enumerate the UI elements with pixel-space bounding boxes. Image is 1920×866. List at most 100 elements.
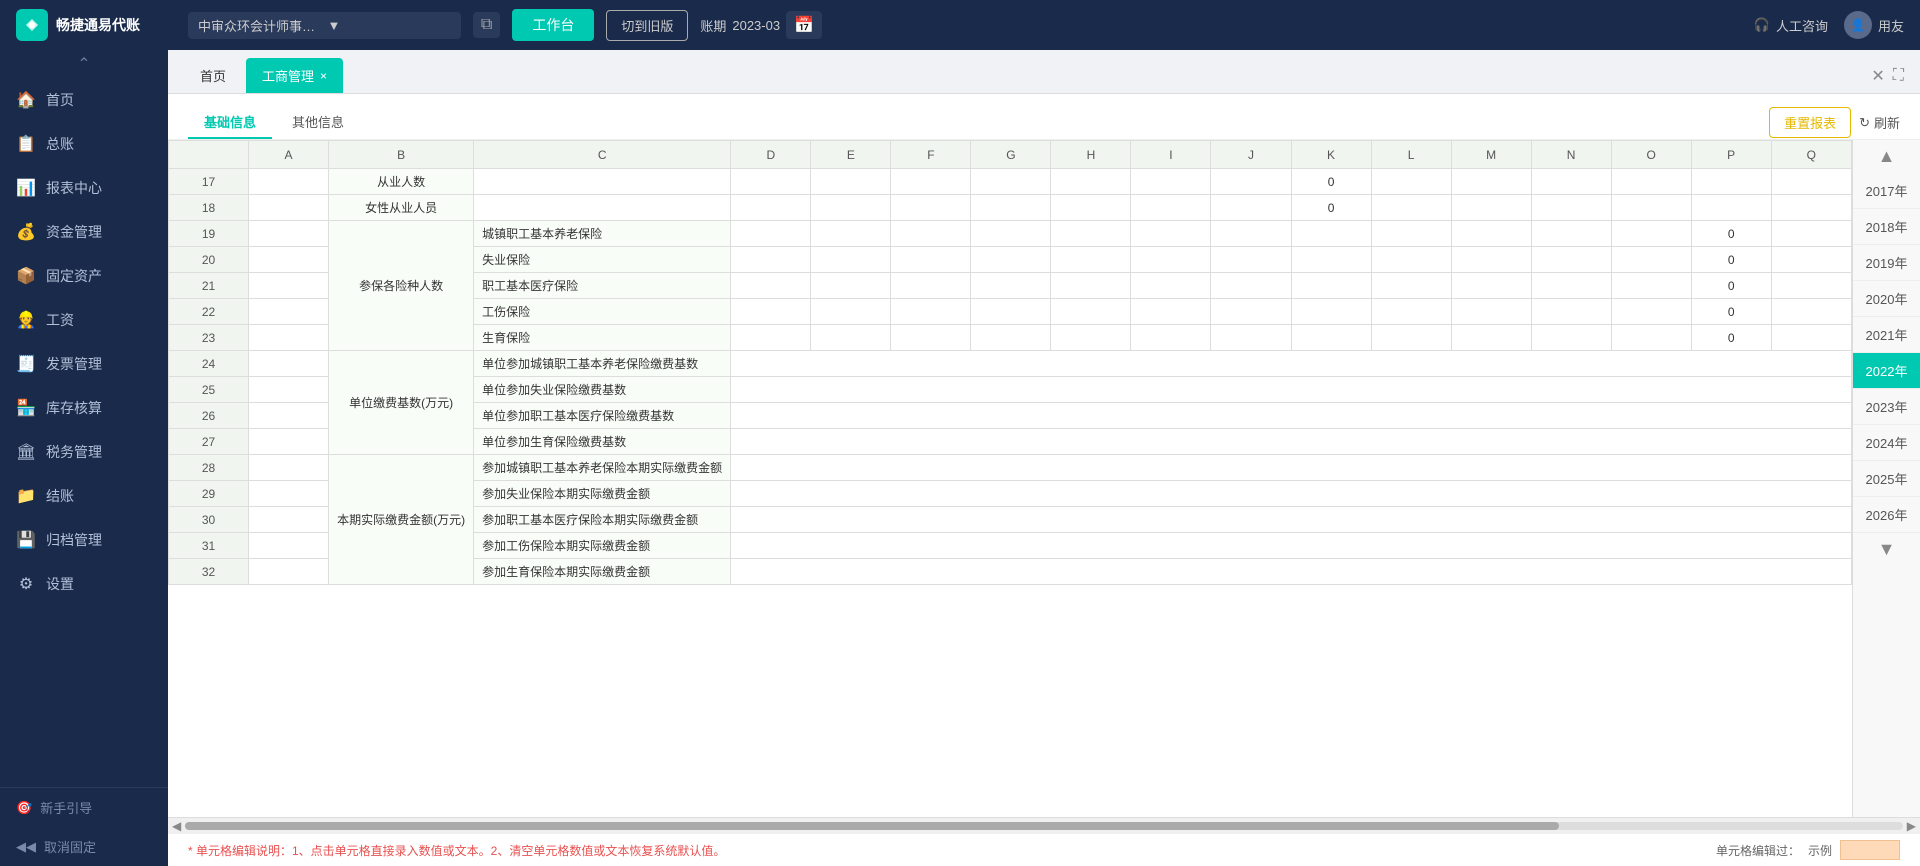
sidebar-item-closing[interactable]: 📁 结账 bbox=[0, 474, 168, 518]
calendar-icon[interactable]: 📅 bbox=[786, 11, 822, 39]
cell-q20[interactable] bbox=[1771, 247, 1851, 273]
cell-m21[interactable] bbox=[1451, 273, 1531, 299]
sidebar-item-guide[interactable]: 🎯 新手引导 bbox=[0, 788, 168, 827]
cell-p20[interactable]: 0 bbox=[1691, 247, 1771, 273]
cell-i23[interactable] bbox=[1131, 325, 1211, 351]
cell-q19[interactable] bbox=[1771, 221, 1851, 247]
cell-q17[interactable] bbox=[1771, 169, 1851, 195]
cell-l17[interactable] bbox=[1371, 169, 1451, 195]
cell-a22[interactable] bbox=[249, 299, 329, 325]
cell-a25[interactable] bbox=[249, 377, 329, 403]
maximize-window-button[interactable]: ⛶ bbox=[1893, 66, 1904, 86]
cell-d20[interactable] bbox=[731, 247, 811, 273]
cell-a19[interactable] bbox=[249, 221, 329, 247]
scrollbar-thumb[interactable] bbox=[185, 822, 1559, 830]
cell-k22[interactable] bbox=[1291, 299, 1371, 325]
cell-h23[interactable] bbox=[1051, 325, 1131, 351]
cell-o18[interactable] bbox=[1611, 195, 1691, 221]
cell-g23[interactable] bbox=[971, 325, 1051, 351]
cell-c23[interactable]: 生育保险 bbox=[474, 325, 731, 351]
scroll-left-button[interactable]: ◀ bbox=[172, 819, 181, 833]
cell-a24[interactable] bbox=[249, 351, 329, 377]
tab-home[interactable]: 首页 bbox=[184, 58, 242, 93]
cell-n23[interactable] bbox=[1531, 325, 1611, 351]
cell-h21[interactable] bbox=[1051, 273, 1131, 299]
cell-a28[interactable] bbox=[249, 455, 329, 481]
cell-a20[interactable] bbox=[249, 247, 329, 273]
cell-p22[interactable]: 0 bbox=[1691, 299, 1771, 325]
cell-rest26[interactable] bbox=[731, 403, 1852, 429]
cell-i21[interactable] bbox=[1131, 273, 1211, 299]
horizontal-scrollbar[interactable]: ◀ ▶ bbox=[168, 817, 1920, 833]
cell-f23[interactable] bbox=[891, 325, 971, 351]
cell-rest30[interactable] bbox=[731, 507, 1852, 533]
cell-a26[interactable] bbox=[249, 403, 329, 429]
cell-c32[interactable]: 参加生育保险本期实际缴费金额 bbox=[474, 559, 731, 585]
cell-b24[interactable]: 单位缴费基数(万元) bbox=[329, 351, 474, 455]
cell-k19[interactable] bbox=[1291, 221, 1371, 247]
cell-h18[interactable] bbox=[1051, 195, 1131, 221]
cell-p21[interactable]: 0 bbox=[1691, 273, 1771, 299]
sidebar-item-salary[interactable]: 👷 工资 bbox=[0, 298, 168, 342]
cell-g18[interactable] bbox=[971, 195, 1051, 221]
sidebar-item-asset[interactable]: 📦 固定资产 bbox=[0, 254, 168, 298]
cell-d17[interactable] bbox=[731, 169, 811, 195]
cell-rest27[interactable] bbox=[731, 429, 1852, 455]
switch-version-button[interactable]: 切到旧版 bbox=[606, 10, 688, 41]
cell-l23[interactable] bbox=[1371, 325, 1451, 351]
cell-a30[interactable] bbox=[249, 507, 329, 533]
cell-j23[interactable] bbox=[1211, 325, 1291, 351]
cell-f19[interactable] bbox=[891, 221, 971, 247]
cell-d22[interactable] bbox=[731, 299, 811, 325]
cell-a29[interactable] bbox=[249, 481, 329, 507]
cell-rest24[interactable] bbox=[731, 351, 1852, 377]
cell-l18[interactable] bbox=[1371, 195, 1451, 221]
cell-m18[interactable] bbox=[1451, 195, 1531, 221]
cell-e22[interactable] bbox=[811, 299, 891, 325]
cell-n19[interactable] bbox=[1531, 221, 1611, 247]
cell-e20[interactable] bbox=[811, 247, 891, 273]
close-icon[interactable]: × bbox=[320, 69, 327, 83]
cell-c30[interactable]: 参加职工基本医疗保险本期实际缴费金额 bbox=[474, 507, 731, 533]
year-2018[interactable]: 2018年 bbox=[1853, 209, 1920, 245]
cell-c21[interactable]: 职工基本医疗保险 bbox=[474, 273, 731, 299]
cell-a27[interactable] bbox=[249, 429, 329, 455]
cell-f20[interactable] bbox=[891, 247, 971, 273]
cell-l21[interactable] bbox=[1371, 273, 1451, 299]
year-2023[interactable]: 2023年 bbox=[1853, 389, 1920, 425]
cell-h20[interactable] bbox=[1051, 247, 1131, 273]
cell-c20[interactable]: 失业保险 bbox=[474, 247, 731, 273]
cell-i18[interactable] bbox=[1131, 195, 1211, 221]
scroll-right-button[interactable]: ▶ bbox=[1907, 819, 1916, 833]
cell-o23[interactable] bbox=[1611, 325, 1691, 351]
cell-i17[interactable] bbox=[1131, 169, 1211, 195]
refresh-button[interactable]: ↻ 刷新 bbox=[1859, 113, 1900, 132]
sidebar-item-inventory[interactable]: 🏪 库存核算 bbox=[0, 386, 168, 430]
workbench-button[interactable]: 工作台 bbox=[512, 9, 594, 41]
year-2020[interactable]: 2020年 bbox=[1853, 281, 1920, 317]
cell-b28[interactable]: 本期实际缴费金额(万元) bbox=[329, 455, 474, 585]
cell-h17[interactable] bbox=[1051, 169, 1131, 195]
cell-l19[interactable] bbox=[1371, 221, 1451, 247]
year-2017[interactable]: 2017年 bbox=[1853, 173, 1920, 209]
cell-n20[interactable] bbox=[1531, 247, 1611, 273]
cell-i19[interactable] bbox=[1131, 221, 1211, 247]
cell-e18[interactable] bbox=[811, 195, 891, 221]
cell-c24[interactable]: 单位参加城镇职工基本养老保险缴费基数 bbox=[474, 351, 731, 377]
cell-p19[interactable]: 0 bbox=[1691, 221, 1771, 247]
cell-m22[interactable] bbox=[1451, 299, 1531, 325]
cell-m23[interactable] bbox=[1451, 325, 1531, 351]
company-selector[interactable]: 中审众环会计师事务所（特殊普通合伙… ▼ bbox=[188, 12, 461, 39]
cell-rest29[interactable] bbox=[731, 481, 1852, 507]
cell-b19[interactable]: 参保各险种人数 bbox=[329, 221, 474, 351]
year-nav-down[interactable]: ▼ bbox=[1853, 533, 1920, 566]
cell-a21[interactable] bbox=[249, 273, 329, 299]
cell-m19[interactable] bbox=[1451, 221, 1531, 247]
year-2024[interactable]: 2024年 bbox=[1853, 425, 1920, 461]
cell-a17[interactable] bbox=[249, 169, 329, 195]
cell-d21[interactable] bbox=[731, 273, 811, 299]
cell-a31[interactable] bbox=[249, 533, 329, 559]
sidebar-item-settings[interactable]: ⚙ 设置 bbox=[0, 562, 168, 606]
cell-q18[interactable] bbox=[1771, 195, 1851, 221]
year-2022[interactable]: 2022年 bbox=[1853, 353, 1920, 389]
